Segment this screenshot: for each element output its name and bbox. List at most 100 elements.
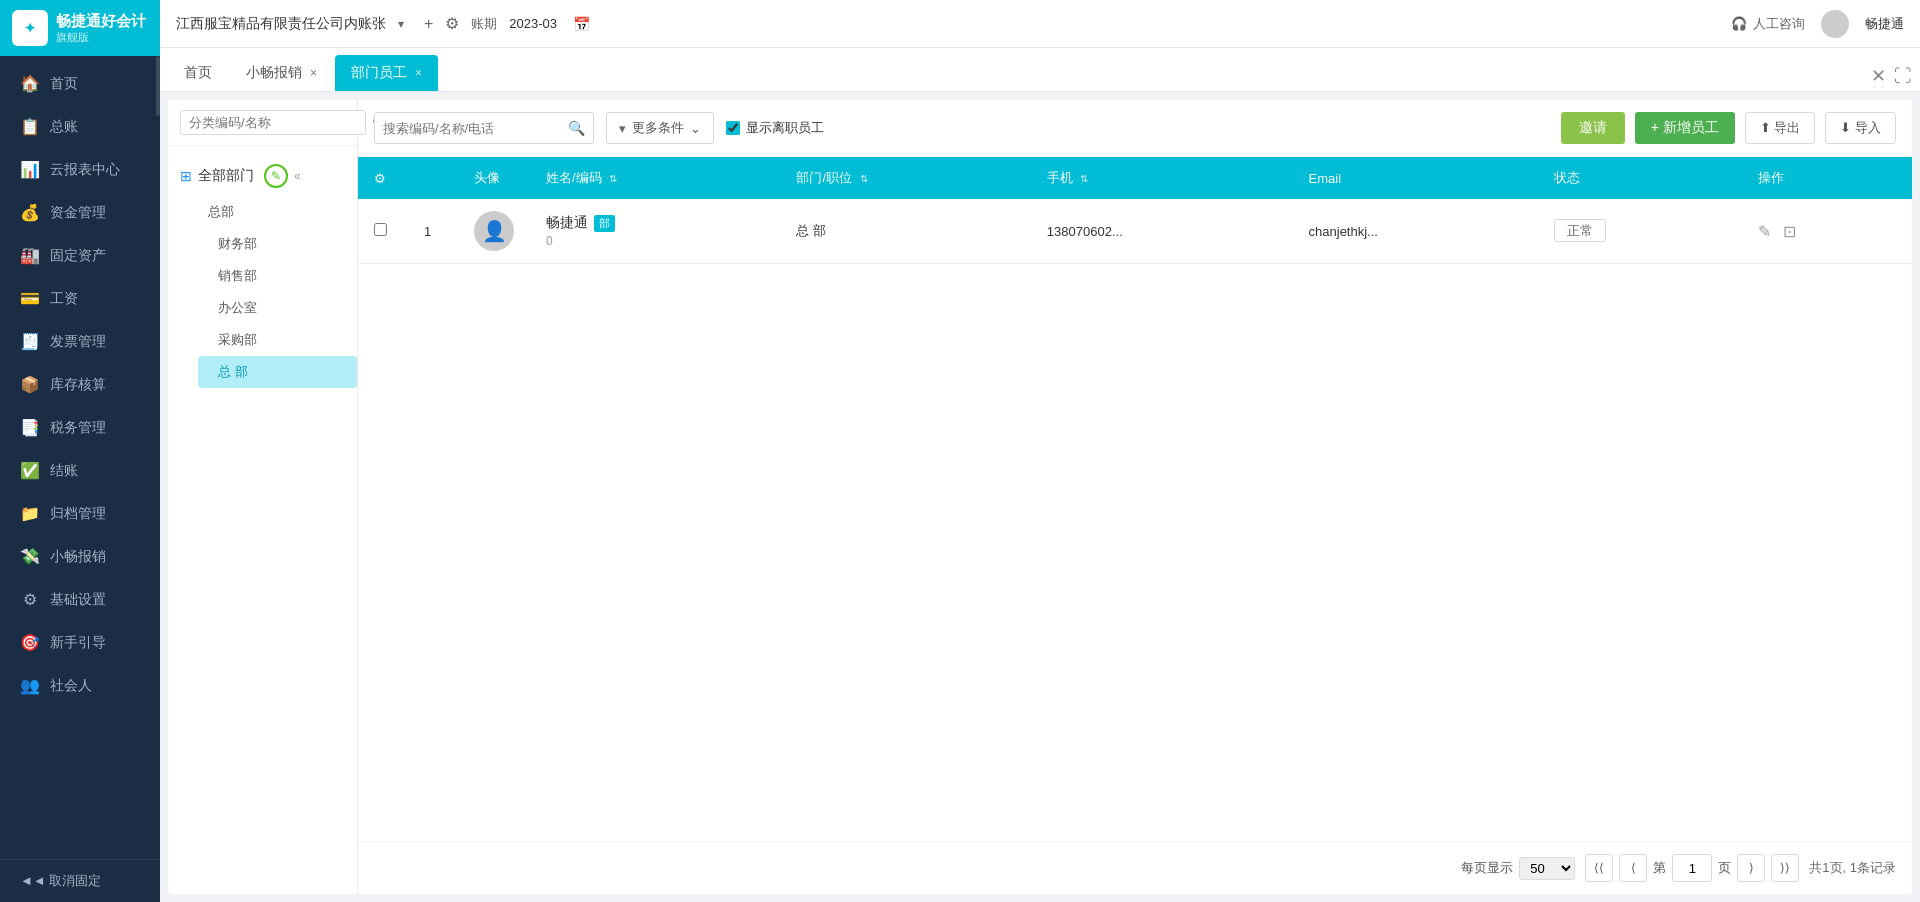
dept-item-purchase[interactable]: 采购部 [198,324,357,356]
calendar-icon[interactable]: 📅 [573,16,590,32]
import-button[interactable]: ⬇ 导入 [1825,112,1896,144]
tab-dept-staff[interactable]: 部门员工 × [335,55,438,91]
sidebar-item-inventory[interactable]: 📦 库存核算 [0,363,160,406]
sidebar-item-social[interactable]: 👥 社会人 [0,664,160,707]
dept-item-general[interactable]: 总 部 [198,356,357,388]
more-filter-button[interactable]: ▾ 更多条件 ⌄ [606,112,714,144]
avatar [1821,10,1849,38]
phone-sort-icon: ⇅ [1080,173,1088,184]
filter-label: 更多条件 [632,119,684,137]
dept-item-finance[interactable]: 财务部 [198,228,357,260]
maximize-icon[interactable]: ⛶ [1894,66,1912,87]
tab-dept-staff-close[interactable]: × [415,66,422,80]
expense-icon: 💸 [20,547,40,566]
sidebar-nav: 🏠 首页 📋 总账 📊 云报表中心 💰 资金管理 🏭 固定资产 💳 工资 🧾 发… [0,56,160,859]
per-page-dropdown[interactable]: 50 20 100 [1519,857,1575,880]
last-page-button[interactable]: ⟩⟩ [1771,854,1799,882]
sidebar-label-reports: 云报表中心 [50,161,120,179]
archive-icon: 📁 [20,504,40,523]
table-row: 1 👤 畅捷通 部 [358,199,1912,264]
dept-item-office[interactable]: 办公室 [198,292,357,324]
page-label: 第 [1653,859,1666,877]
logo-text-block: 畅捷通好会计 旗舰版 [56,12,146,45]
sidebar-label-settings: 基础设置 [50,591,106,609]
th-dept[interactable]: 部门/职位 ⇅ [780,157,1030,199]
tab-home-label: 首页 [184,64,212,82]
edit-employee-button[interactable]: ✎ [1758,222,1771,241]
sidebar-item-home[interactable]: 🏠 首页 [0,62,160,105]
guide-icon: 🎯 [20,633,40,652]
sidebar-item-expense[interactable]: 💸 小畅报销 [0,535,160,578]
consultation-button[interactable]: 🎧 人工咨询 [1731,15,1805,33]
payroll-icon: 💳 [20,289,40,308]
next-page-button[interactable]: ⟩ [1737,854,1765,882]
all-dept-item[interactable]: ⊞ 全部部门 ✎ « [168,156,357,196]
sidebar-item-close[interactable]: ✅ 结账 [0,449,160,492]
sidebar-item-fixed-assets[interactable]: 🏭 固定资产 [0,234,160,277]
th-name[interactable]: 姓名/编码 ⇅ [530,157,780,199]
th-avatar: 头像 [458,157,530,199]
employee-search-icon[interactable]: 🔍 [568,120,585,136]
filter-icon: ▾ [619,121,626,136]
dept-edit-button[interactable]: ✎ [264,164,288,188]
add-employee-button[interactable]: + 新增员工 [1635,112,1735,144]
invite-button[interactable]: 邀请 [1561,112,1625,144]
employee-search-box: 🔍 [374,112,594,144]
tab-expense-close[interactable]: × [310,66,317,80]
inventory-icon: 📦 [20,375,40,394]
prev-page-button[interactable]: ⟨ [1619,854,1647,882]
employee-avatar: 👤 [474,211,514,251]
employee-toolbar: 🔍 ▾ 更多条件 ⌄ 显示离职员工 邀请 + 新增员工 ⬆ 导出 ⬇ 导入 [358,100,1912,157]
employee-search-input[interactable] [383,121,568,136]
dept-item-headquarters[interactable]: 总部 [188,196,357,228]
show-resigned-input[interactable] [726,121,740,135]
dept-panel: 🔍 ⊞ 全部部门 ✎ « 总部 财务部 [168,100,358,894]
employee-code: 0 [546,234,764,248]
sidebar-label-payroll: 工资 [50,290,78,308]
sidebar-scrollbar[interactable] [156,56,160,116]
sidebar-item-settings[interactable]: ⚙ 基础设置 [0,578,160,621]
company-dropdown-icon[interactable]: ▾ [398,17,404,31]
sidebar-item-tax[interactable]: 📑 税务管理 [0,406,160,449]
settings-button[interactable]: ⚙ [445,14,459,33]
first-page-button[interactable]: ⟨⟨ [1585,854,1613,882]
unpin-button[interactable]: ◄◄ 取消固定 [0,859,160,902]
tab-home[interactable]: 首页 [168,55,228,91]
page-input[interactable] [1672,854,1712,882]
close-all-icon[interactable]: ✕ [1871,65,1886,87]
row-checkbox[interactable] [358,199,408,264]
sidebar-label-close: 结账 [50,462,78,480]
sidebar-item-archive[interactable]: 📁 归档管理 [0,492,160,535]
headset-icon: 🎧 [1731,16,1747,31]
sidebar-item-invoice[interactable]: 🧾 发票管理 [0,320,160,363]
sidebar-item-payroll[interactable]: 💳 工资 [0,277,160,320]
row-select-checkbox[interactable] [374,223,387,236]
row-avatar: 👤 [458,199,530,264]
app-sub: 旗舰版 [56,30,146,45]
sidebar-item-reports[interactable]: 📊 云报表中心 [0,148,160,191]
sidebar-label-fixed-assets: 固定资产 [50,247,106,265]
row-index: 1 [408,199,458,264]
th-settings[interactable]: ⚙ [358,157,408,199]
sidebar-item-general-ledger[interactable]: 📋 总账 [0,105,160,148]
th-action: 操作 [1742,157,1912,199]
app-name: 畅捷通好会计 [56,12,146,30]
export-button[interactable]: ⬆ 导出 [1745,112,1816,144]
name-row: 畅捷通 部 [546,214,764,232]
dept-search-input[interactable] [180,110,366,135]
dept-item-sales[interactable]: 销售部 [198,260,357,292]
dept-collapse-icon[interactable]: « [294,169,301,183]
sidebar-item-guide[interactable]: 🎯 新手引导 [0,621,160,664]
row-name-code: 畅捷通 部 0 [530,199,780,264]
tab-expense[interactable]: 小畅报销 × [230,55,333,91]
page-nav: ⟨⟨ ⟨ 第 页 ⟩ ⟩⟩ [1585,854,1799,882]
assets-icon: 🏭 [20,246,40,265]
sidebar-item-fund[interactable]: 💰 资金管理 [0,191,160,234]
row-email: chanjethkj... [1293,199,1539,264]
show-resigned-checkbox[interactable]: 显示离职员工 [726,119,824,137]
exit-employee-button[interactable]: ⊡ [1783,222,1796,241]
total-info: 共1页, 1条记录 [1809,859,1896,877]
dept-sub-group: 财务部 销售部 办公室 采购部 总 部 [188,228,357,388]
th-phone[interactable]: 手机 ⇅ [1031,157,1293,199]
add-company-button[interactable]: + [424,15,433,33]
